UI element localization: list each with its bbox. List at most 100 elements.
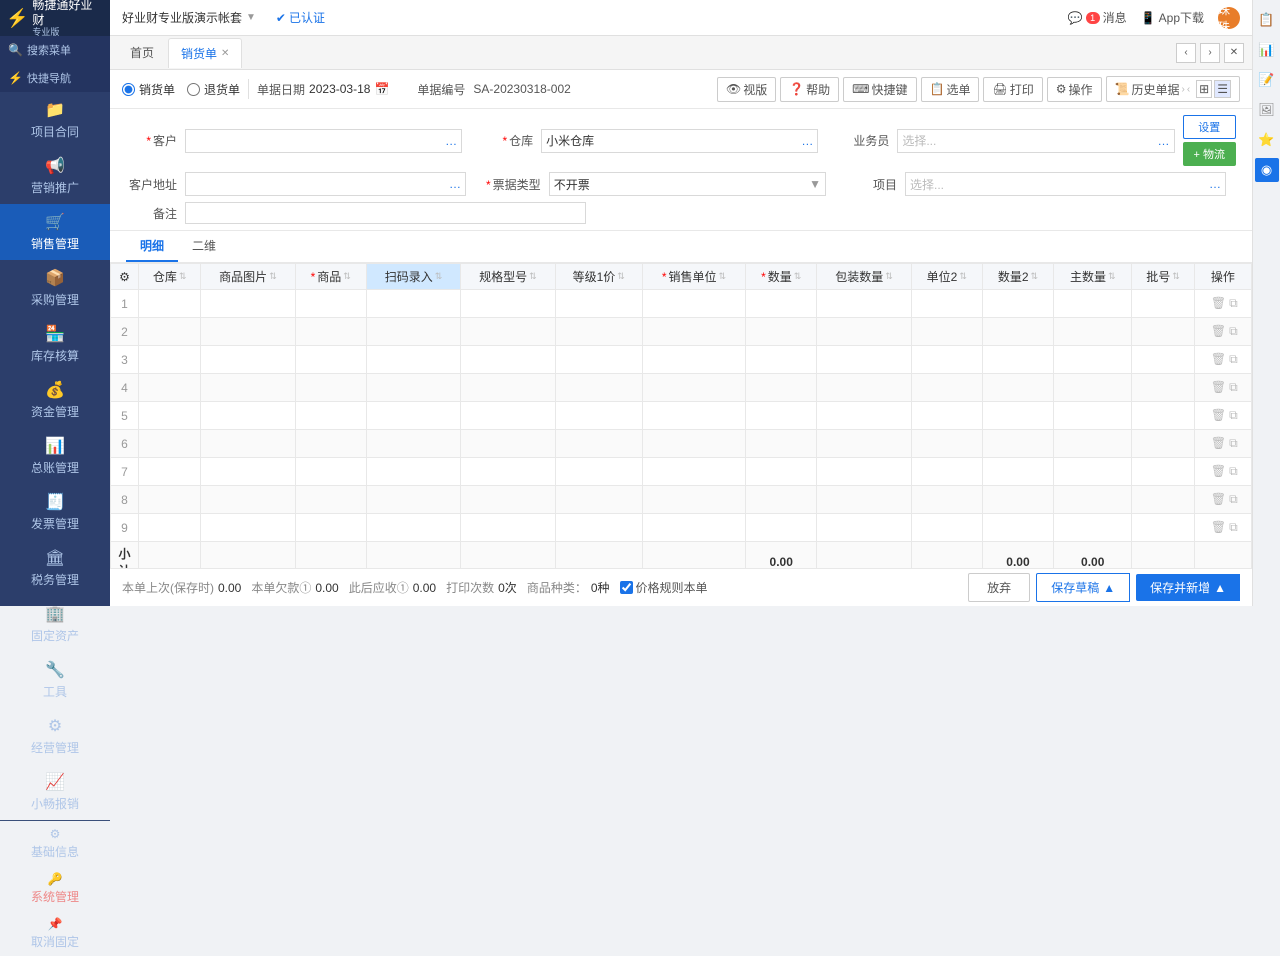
add-logistics-btn[interactable]: + 物流	[1183, 142, 1236, 166]
unit2-sort-icon[interactable]: ⇅	[959, 271, 967, 282]
row-copy-icon-1[interactable]: ⧉	[1229, 296, 1238, 310]
tab-2d[interactable]: 二维	[178, 231, 230, 262]
sidebar-item-cancel-fixed[interactable]: 📌 取消固定	[0, 911, 110, 956]
row-delete-icon-6[interactable]: 🗑	[1211, 436, 1226, 450]
project-input[interactable]: 选择... …	[905, 172, 1226, 196]
sidebar-item-base[interactable]: ⚙ 基础信息	[0, 821, 110, 866]
right-panel-image-icon[interactable]: 🖼	[1255, 98, 1279, 122]
grid-view-icon[interactable]: ⊞	[1196, 80, 1212, 98]
main-qty-sort-icon[interactable]: ⇅	[1108, 271, 1116, 282]
customer-input[interactable]: …	[185, 129, 462, 153]
company-selector[interactable]: 好业财专业版演示帐套 ▼	[122, 9, 256, 26]
sidebar-item-project[interactable]: 📁 项目合同	[0, 92, 110, 148]
right-panel-note-icon[interactable]: 📝	[1255, 68, 1279, 92]
tab-close-icon[interactable]: ✕	[221, 48, 229, 59]
tab-close-all-btn[interactable]: ✕	[1224, 43, 1244, 63]
tab-detail-label: 明细	[140, 239, 164, 253]
view-btn[interactable]: 👁 视版	[717, 77, 776, 102]
pack-qty-sort-icon[interactable]: ⇅	[885, 271, 893, 282]
remark-input[interactable]	[185, 202, 586, 224]
select-order-btn[interactable]: 📋 选单	[921, 77, 980, 102]
col-settings[interactable]: ⚙	[111, 264, 139, 290]
row-copy-icon-6[interactable]: ⧉	[1229, 436, 1238, 450]
row-copy-icon-3[interactable]: ⧉	[1229, 352, 1238, 366]
row-delete-icon-4[interactable]: 🗑	[1211, 380, 1226, 394]
row-copy-icon-9[interactable]: ⧉	[1229, 520, 1238, 534]
sidebar-quick-nav[interactable]: ⚡ 快捷导航	[0, 64, 110, 92]
history-btn[interactable]: 📜 历史单据 › ‹ ⊞ ☰	[1106, 76, 1240, 102]
row-delete-icon-8[interactable]: 🗑	[1211, 492, 1226, 506]
warehouse-label: 仓库	[482, 132, 537, 149]
product-sort-icon[interactable]: ⇅	[343, 271, 351, 282]
sidebar-item-tax[interactable]: 🏛 税务管理	[0, 540, 110, 596]
sidebar-item-system[interactable]: 🔑 系统管理	[0, 866, 110, 911]
tab-sale-order[interactable]: 销货单 ✕	[168, 38, 242, 68]
tab-next-btn[interactable]: ›	[1200, 43, 1220, 63]
product-img-sort-icon[interactable]: ⇅	[269, 271, 277, 282]
sidebar-item-finance[interactable]: 💰 资金管理	[0, 372, 110, 428]
save-new-btn[interactable]: 保存并新增 ▲	[1136, 574, 1240, 601]
right-panel-active-icon[interactable]: ◉	[1255, 158, 1279, 182]
user-menu[interactable]: 珠珠	[1218, 7, 1240, 29]
print-btn[interactable]: 🖨 打印	[983, 77, 1042, 102]
operate-btn[interactable]: ⚙ 操作	[1047, 77, 1102, 102]
list-view-icon[interactable]: ☰	[1214, 80, 1231, 98]
row-delete-icon-3[interactable]: 🗑	[1211, 352, 1226, 366]
sidebar-item-fixed-assets[interactable]: 🏢 固定资产	[0, 596, 110, 652]
abandon-btn[interactable]: 放弃	[968, 573, 1030, 602]
right-panel-doc-icon[interactable]: 📋	[1255, 8, 1279, 32]
message-btn[interactable]: 💬 1 消息	[1068, 9, 1127, 26]
right-panel-chart-icon[interactable]: 📊	[1255, 38, 1279, 62]
sidebar-item-tools[interactable]: 🔧 工具	[0, 652, 110, 708]
save-draft-btn[interactable]: 保存草稿 ▲	[1036, 573, 1130, 602]
date-value[interactable]: 2023-03-18	[309, 82, 370, 96]
settings-btn[interactable]: 设置	[1183, 115, 1236, 139]
right-panel-star-icon[interactable]: ⭐	[1255, 128, 1279, 152]
price-rule-check-input[interactable]	[620, 581, 633, 594]
salesperson-input[interactable]: 选择... …	[897, 129, 1174, 153]
sale-order-radio[interactable]: 销货单	[122, 81, 175, 98]
row-delete-icon-5[interactable]: 🗑	[1211, 408, 1226, 422]
sidebar-item-purchase[interactable]: 📦 采购管理	[0, 260, 110, 316]
sale-order-radio-input[interactable]	[122, 83, 135, 96]
sidebar-item-marketing[interactable]: 📢 营销推广	[0, 148, 110, 204]
app-download-btn[interactable]: 📱 App下载	[1141, 9, 1204, 26]
warehouse-sort-icon[interactable]: ⇅	[179, 271, 187, 282]
row-copy-icon-7[interactable]: ⧉	[1229, 464, 1238, 478]
sidebar-item-inventory[interactable]: 🏪 库存核算	[0, 316, 110, 372]
price1-sort-icon[interactable]: ⇅	[617, 271, 625, 282]
row-copy-icon-2[interactable]: ⧉	[1229, 324, 1238, 338]
row-copy-icon-8[interactable]: ⧉	[1229, 492, 1238, 506]
quantity-sort-icon[interactable]: ⇅	[794, 271, 802, 282]
sidebar-item-sales[interactable]: 🛒 销售管理	[0, 204, 110, 260]
qty2-sort-icon[interactable]: ⇅	[1031, 271, 1039, 282]
row-delete-icon-7[interactable]: 🗑	[1211, 464, 1226, 478]
tab-home[interactable]: 首页	[118, 38, 166, 68]
price-rule-checkbox[interactable]: 价格规则本单	[620, 579, 708, 596]
sale-unit-sort-icon[interactable]: ⇅	[719, 271, 727, 282]
sidebar-search[interactable]: 🔍 搜索菜单	[0, 36, 110, 64]
return-order-radio[interactable]: 退货单	[187, 81, 240, 98]
customer-address-input[interactable]: …	[185, 172, 466, 196]
warehouse-input[interactable]: 小米仓库 …	[541, 129, 818, 153]
calendar-icon[interactable]: 📅	[374, 82, 389, 96]
shortcut-btn[interactable]: ⌨ 快捷键	[843, 77, 916, 102]
sidebar-item-ops[interactable]: ⚙ 经营管理	[0, 708, 110, 764]
last-order-info: 本单上次(保存时) 0.00	[122, 579, 241, 596]
sidebar-item-invoice[interactable]: 🧾 发票管理	[0, 484, 110, 540]
sidebar-item-reports[interactable]: 📈 小畅报销	[0, 764, 110, 820]
row-copy-icon-5[interactable]: ⧉	[1229, 408, 1238, 422]
tab-detail[interactable]: 明细	[126, 231, 178, 262]
row-delete-icon-1[interactable]: 🗑	[1211, 296, 1226, 310]
tab-prev-btn[interactable]: ‹	[1176, 43, 1196, 63]
sidebar-item-accounts[interactable]: 📊 总账管理	[0, 428, 110, 484]
return-order-radio-input[interactable]	[187, 83, 200, 96]
row-delete-icon-2[interactable]: 🗑	[1211, 324, 1226, 338]
row-delete-icon-9[interactable]: 🗑	[1211, 520, 1226, 534]
row-copy-icon-4[interactable]: ⧉	[1229, 380, 1238, 394]
invoice-type-select[interactable]: 不开票 ▼	[549, 172, 826, 196]
spec-sort-icon[interactable]: ⇅	[529, 271, 537, 282]
scan-sort-icon[interactable]: ⇅	[435, 271, 443, 282]
help-btn[interactable]: ❓ 帮助	[780, 77, 839, 102]
batch-sort-icon[interactable]: ⇅	[1172, 271, 1180, 282]
